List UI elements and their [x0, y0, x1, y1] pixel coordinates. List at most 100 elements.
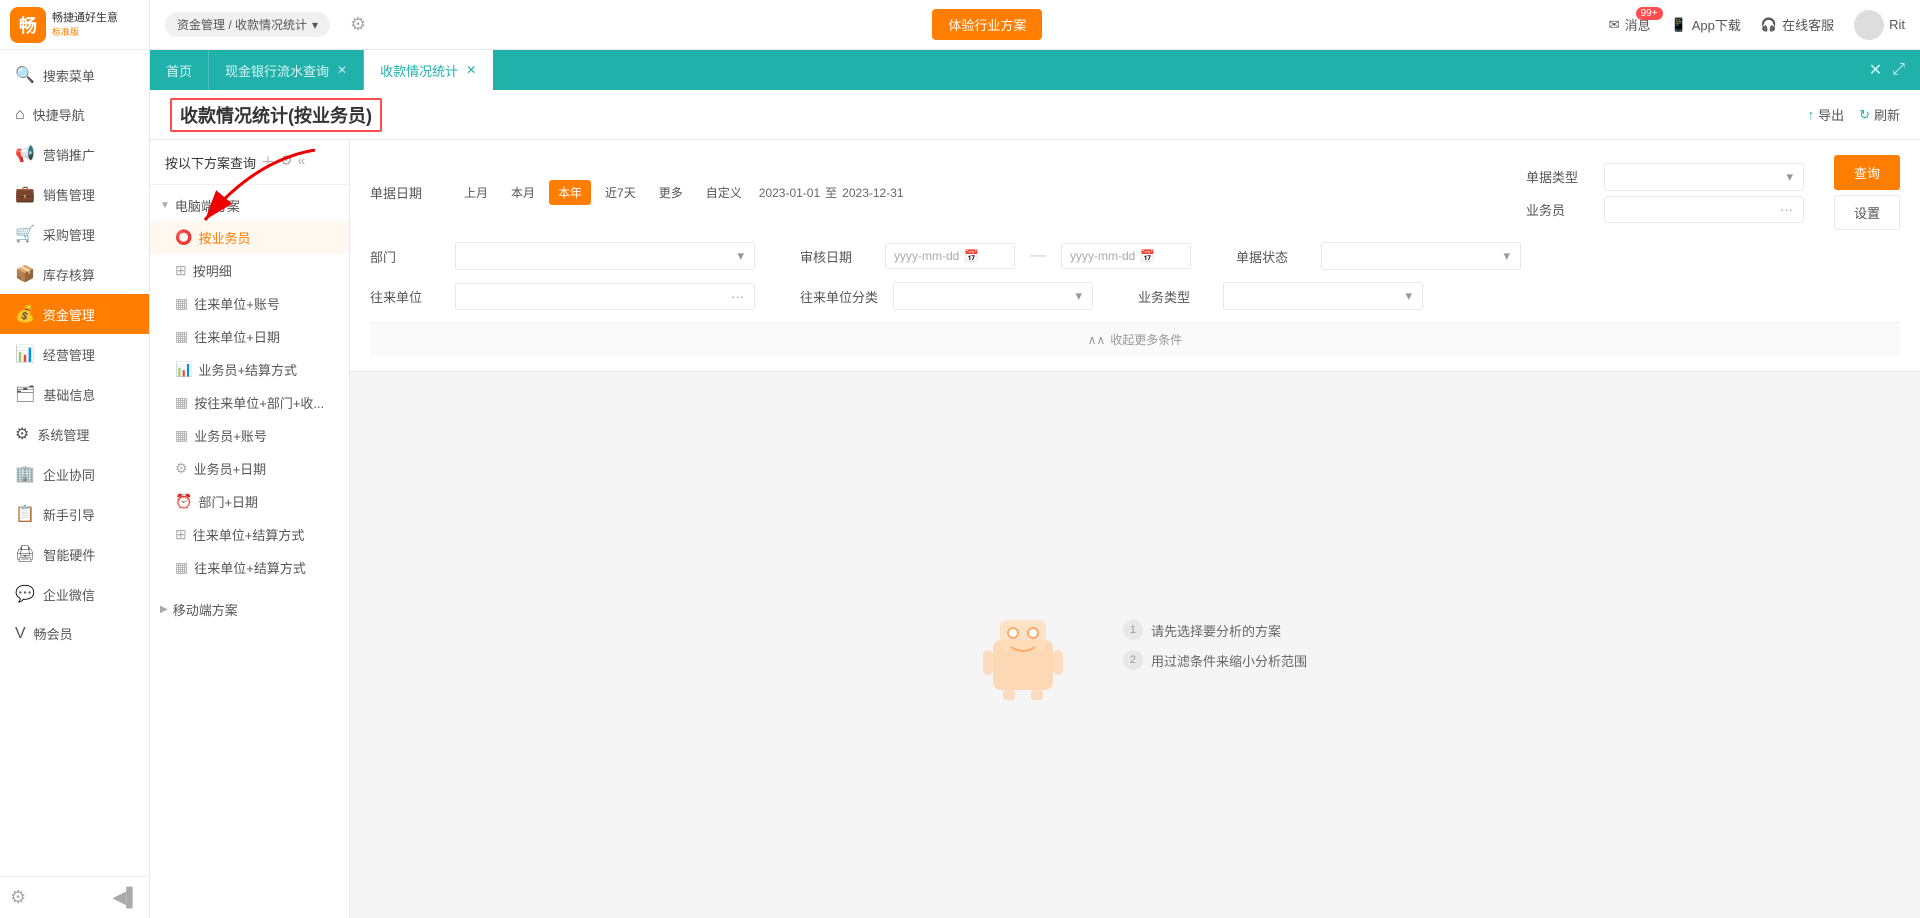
filter-settings-btn[interactable]: 设置 [1834, 195, 1900, 230]
tabbar: 首页 现金银行流水查询 ✕ 收款情况统计 ✕ ✕ ⤢ [150, 50, 1920, 90]
scheme-item-unit-account[interactable]: ▦ 往来单位+账号 [150, 287, 349, 320]
message-btn[interactable]: ✉ 消息 99+ [1609, 15, 1651, 34]
sidebar-item-smart-hw[interactable]: 🖨 智能硬件 [0, 534, 149, 574]
sidebar-item-wechat[interactable]: 💬 企业微信 [0, 574, 149, 614]
biz-type-filter-label: 业务类型 [1138, 287, 1208, 306]
filter-row-dept: 部门 ▾ 审核日期 yyyy-mm-dd 📅 — yyyy-mm-dd [370, 242, 1900, 270]
sidebar-item-label: 采购管理 [43, 225, 95, 244]
scheme-item-label: 往来单位+账号 [194, 294, 280, 313]
scheme-item-unit-date[interactable]: ▦ 往来单位+日期 [150, 320, 349, 353]
staff-ellipsis-icon: ··· [1780, 202, 1793, 217]
app-download-btn[interactable]: 📱 App下载 [1671, 15, 1741, 34]
date-tab-last-month[interactable]: 上月 [455, 180, 497, 205]
sidebar-nav: 🔍 搜索菜单 ⌂ 快捷导航 📢 营销推广 💼 销售管理 🛒 采购管理 📦 库存核… [0, 50, 149, 876]
empty-tips: 1 请先选择要分析的方案 2 用过滤条件来缩小分析范围 [1123, 620, 1307, 670]
tab-bank-flow-label: 现金银行流水查询 [225, 61, 329, 80]
online-service-btn[interactable]: 🎧 在线客服 [1761, 15, 1834, 34]
date-tab-this-month[interactable]: 本月 [502, 180, 544, 205]
scheme-item-unit-dept-coll[interactable]: ▦ 按往来单位+部门+收... [150, 386, 349, 419]
doc-type-select[interactable]: ▾ [1604, 163, 1804, 191]
staff-select[interactable]: ··· [1604, 196, 1804, 223]
scheme-section-pc-header[interactable]: ▼ 电脑端方案 [150, 190, 349, 221]
scheme-section-pc: ▼ 电脑端方案 ⭕ 按业务员 ⊞ 按明细 ▦ 往来单位+账号 [150, 185, 349, 589]
avatar [1854, 10, 1884, 40]
doc-type-label: 单据类型 [1526, 167, 1596, 186]
partner-class-select[interactable]: ▾ [893, 282, 1093, 310]
sidebar-item-quick-nav[interactable]: ⌂ 快捷导航 [0, 95, 149, 134]
scheme-item-unit-settlement1[interactable]: ⊞ 往来单位+结算方式 [150, 518, 349, 551]
tab-home-label: 首页 [166, 61, 192, 80]
date-tab-more[interactable]: 更多 [650, 180, 692, 205]
staff-filter: 业务员 ··· [1526, 196, 1804, 223]
tab-bank-flow-close-icon[interactable]: ✕ [337, 63, 347, 77]
scheme-item-by-detail[interactable]: ⊞ 按明细 [150, 254, 349, 287]
sidebar-item-operations[interactable]: 📊 经营管理 [0, 334, 149, 374]
settings-footer-icon[interactable]: ⚙ [10, 887, 26, 908]
export-btn[interactable]: ↑ 导出 [1808, 105, 1845, 124]
sidebar-item-system[interactable]: ⚙ 系统管理 [0, 414, 149, 454]
sidebar-item-sales[interactable]: 💼 销售管理 [0, 174, 149, 214]
topbar-settings-icon[interactable]: ⚙ [350, 14, 366, 35]
date-tab-custom[interactable]: 自定义 [697, 180, 751, 205]
breadcrumb-text: 资金管理 / 收款情况统计 [177, 16, 307, 33]
add-scheme-icon[interactable]: ＋ [261, 152, 275, 172]
sidebar-item-member[interactable]: V 畅会员 [0, 614, 149, 653]
collapse-sidebar-icon[interactable]: ◀▌ [112, 887, 139, 908]
export-icon: ↑ [1808, 107, 1815, 122]
partner-class-filter-label: 往来单位分类 [800, 287, 878, 306]
date-tab-this-year[interactable]: 本年 [549, 180, 591, 205]
scheme-section-mobile-header[interactable]: ▶ 移动端方案 [150, 594, 349, 625]
refresh-btn[interactable]: ↻ 刷新 [1859, 105, 1900, 124]
collapse-scheme-icon[interactable]: « [298, 152, 306, 172]
scheme-item-dept-date[interactable]: ⏰ 部门+日期 [150, 485, 349, 518]
tab-bank-flow[interactable]: 现金银行流水查询 ✕ [209, 50, 364, 90]
breadcrumb[interactable]: 资金管理 / 收款情况统计 ▾ [165, 12, 330, 37]
date-tab-last-7-days[interactable]: 近7天 [596, 180, 645, 205]
scheme-item-staff-account[interactable]: ▦ 业务员+账号 [150, 419, 349, 452]
tab-collection-stats[interactable]: 收款情况统计 ✕ [364, 50, 493, 90]
sidebar-item-guide[interactable]: 📋 新手引导 [0, 494, 149, 534]
review-date-from[interactable]: yyyy-mm-dd 📅 [885, 243, 1015, 269]
dept-date-icon: ⏰ [175, 493, 192, 510]
dept-filter-label: 部门 [370, 247, 440, 266]
trial-btn[interactable]: 体验行业方案 [932, 9, 1042, 40]
sidebar-item-basic-info[interactable]: 🗂 基础信息 [0, 374, 149, 414]
sidebar-item-inventory[interactable]: 📦 库存核算 [0, 254, 149, 294]
review-date-to[interactable]: yyyy-mm-dd 📅 [1061, 243, 1191, 269]
settings-scheme-icon[interactable]: ⚙ [280, 152, 293, 172]
wechat-icon: 💬 [15, 584, 35, 604]
date-from: 2023-01-01 [759, 186, 820, 200]
query-btn[interactable]: 查询 [1834, 155, 1900, 190]
tab-maximize-icon[interactable]: ⤢ [1892, 61, 1905, 79]
partner-class-chevron-icon: ▾ [1075, 288, 1082, 304]
user-avatar-btn[interactable]: Rit [1854, 10, 1905, 40]
scheme-item-staff-date[interactable]: ⚙ 业务员+日期 [150, 452, 349, 485]
sidebar-item-enterprise[interactable]: 🏢 企业协同 [0, 454, 149, 494]
tab-collection-stats-label: 收款情况统计 [380, 61, 458, 80]
scheme-item-unit-settlement2[interactable]: ▦ 往来单位+结算方式 [150, 551, 349, 584]
filter-area: 单据日期 上月 本月 本年 近7天 更多 自定义 2023- [350, 140, 1920, 372]
tab-home[interactable]: 首页 [150, 50, 209, 90]
date-filter-control: 上月 本月 本年 近7天 更多 自定义 2023-01-01 至 2023-12… [455, 180, 904, 205]
collapse-filter-btn[interactable]: ∧∧ 收起更多条件 [370, 322, 1900, 356]
sidebar-item-marketing[interactable]: 📢 营销推广 [0, 134, 149, 174]
biz-type-select[interactable]: ▾ [1223, 282, 1423, 310]
scheme-item-staff-settlement[interactable]: 📊 业务员+结算方式 [150, 353, 349, 386]
tab-collection-stats-close-icon[interactable]: ✕ [466, 63, 476, 77]
collapse-up-icon: ∧∧ [1088, 333, 1106, 347]
collapse-label: 收起更多条件 [1110, 331, 1182, 348]
operations-icon: 📊 [15, 344, 35, 364]
doc-status-select[interactable]: ▾ [1321, 242, 1521, 270]
mobile-section-label: 移动端方案 [173, 600, 238, 619]
review-date-to-placeholder: yyyy-mm-dd [1070, 249, 1135, 263]
tab-minimize-icon[interactable]: ✕ [1869, 60, 1882, 80]
partner-select[interactable]: ··· [455, 283, 755, 310]
sidebar-item-label: 搜索菜单 [43, 66, 95, 85]
scheme-item-by-staff[interactable]: ⭕ 按业务员 [150, 221, 349, 254]
sidebar-item-search[interactable]: 🔍 搜索菜单 [0, 55, 149, 95]
sidebar-item-finance[interactable]: 💰 资金管理 [0, 294, 149, 334]
dept-select[interactable]: ▾ [455, 242, 755, 270]
dept-chevron-icon: ▾ [737, 248, 744, 264]
inventory-icon: 📦 [15, 264, 35, 284]
sidebar-item-purchase[interactable]: 🛒 采购管理 [0, 214, 149, 254]
